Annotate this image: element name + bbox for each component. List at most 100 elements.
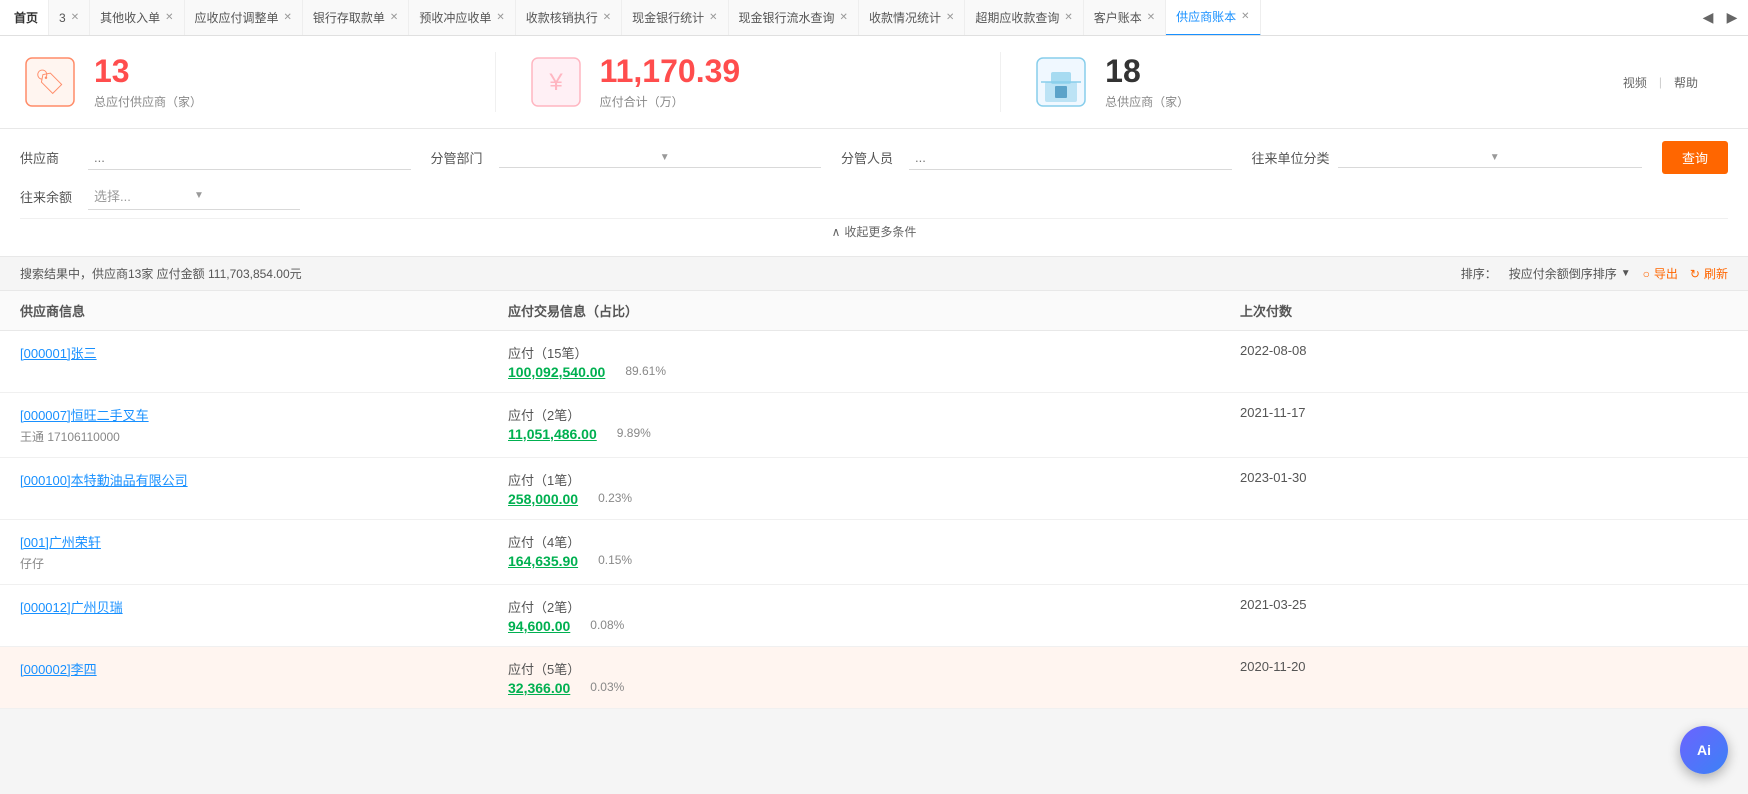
nav-tab-cash-bank-flow[interactable]: 现金银行流水查询 ✕ xyxy=(729,0,859,36)
close-icon[interactable]: ✕ xyxy=(496,12,504,23)
lastpay-1: 2022-08-08 xyxy=(1240,343,1728,358)
table-section: 供应商信息 应付交易信息（占比） 上次付数 [000001]张三 应付（15笔）… xyxy=(0,291,1748,709)
filter-person: 分管人员 xyxy=(841,146,1232,170)
dept-select[interactable]: ▼ xyxy=(499,148,822,168)
nav-tab-cash-bank-stats[interactable]: 现金银行统计 ✕ xyxy=(622,0,728,36)
close-icon[interactable]: ✕ xyxy=(71,12,79,23)
nav-tab-other-income[interactable]: 其他收入单 ✕ xyxy=(90,0,184,36)
supplier-link-6[interactable]: [000002]李四 xyxy=(20,659,508,678)
nav-tab-customer-account[interactable]: 客户账本 ✕ xyxy=(1084,0,1166,36)
last-pay-date-6: 2020-11-20 xyxy=(1240,657,1306,674)
filter-balance: 往来余额 选择... ▼ xyxy=(20,182,300,210)
transaction-row-3: 258,000.00 0.23% xyxy=(508,489,1240,507)
lastpay-5: 2021-03-25 xyxy=(1240,597,1728,612)
tab3-label: 3 xyxy=(59,11,66,25)
export-label: 导出 xyxy=(1654,265,1678,282)
summary-section: 🏷 13 总应付供应商（家） ¥ 11,170.39 应付合计（万） xyxy=(0,36,1748,129)
lastpay-3: 2023-01-30 xyxy=(1240,470,1728,485)
close-icon[interactable]: ✕ xyxy=(284,12,292,23)
transaction-amount-5[interactable]: 94,600.00 xyxy=(508,618,570,634)
filter-row-2: 往来余额 选择... ▼ xyxy=(20,182,1728,210)
close-icon[interactable]: ✕ xyxy=(1147,12,1155,23)
transaction-info-1: 应付（15笔） 100,092,540.00 89.61% xyxy=(508,343,1240,380)
svg-text:¥: ¥ xyxy=(548,69,563,96)
nav-tab-overdue[interactable]: 超期应收款查询 ✕ xyxy=(965,0,1083,36)
search-button[interactable]: 查询 xyxy=(1662,141,1728,174)
transaction-info-4: 应付（4笔） 164,635.90 0.15% xyxy=(508,532,1240,569)
supplier-info-4: [001]广州荣轩 仔仔 xyxy=(20,532,508,572)
category-select[interactable]: ▼ xyxy=(1338,148,1642,168)
divider: | xyxy=(1659,75,1662,89)
nav-tab-collection-stats[interactable]: 收款情况统计 ✕ xyxy=(859,0,965,36)
nav-tab-home[interactable]: 首页 xyxy=(4,0,49,36)
nav-tab-ap-adjust[interactable]: 应收应付调整单 ✕ xyxy=(185,0,303,36)
refresh-button[interactable]: ↻ 刷新 xyxy=(1690,265,1728,282)
svg-text:🏷: 🏷 xyxy=(35,69,65,96)
collapse-button[interactable]: ∧ 收起更多条件 xyxy=(20,218,1728,244)
supplier-filter-label: 供应商 xyxy=(20,148,80,167)
last-pay-date-1: 2022-08-08 xyxy=(1240,341,1307,358)
customer-account-label: 客户账本 xyxy=(1094,9,1142,26)
close-icon[interactable]: ✕ xyxy=(1064,12,1072,23)
close-icon[interactable]: ✕ xyxy=(165,12,173,23)
ap-suppliers-number: 13 xyxy=(94,54,465,89)
close-icon[interactable]: ✕ xyxy=(840,12,848,23)
supplier-contact-2: 王通 17106110000 xyxy=(20,428,508,445)
transaction-amount-4[interactable]: 164,635.90 xyxy=(508,553,578,569)
cash-bank-flow-label: 现金银行流水查询 xyxy=(739,9,835,26)
person-input[interactable] xyxy=(909,146,1232,170)
nav-prev-button[interactable]: ◀ xyxy=(1696,6,1720,30)
collection-stats-label: 收款情况统计 xyxy=(869,9,941,26)
filter-row-1: 供应商 分管部门 ▼ 分管人员 往来单位分类 ▼ xyxy=(20,141,1728,174)
filter-section: 供应商 分管部门 ▼ 分管人员 往来单位分类 ▼ xyxy=(0,129,1748,257)
help-link[interactable]: 帮助 xyxy=(1674,74,1698,91)
nav-tab-advance[interactable]: 预收冲应收单 ✕ xyxy=(409,0,515,36)
ap-amount-label: 应付合计（万） xyxy=(600,93,971,110)
supplier-link-2[interactable]: [000007]恒旺二手叉车 xyxy=(20,405,508,424)
transaction-label-1: 应付（15笔） xyxy=(508,343,1240,362)
last-pay-date-3: 2023-01-30 xyxy=(1240,468,1307,485)
supplier-link-5[interactable]: [000012]广州贝瑞 xyxy=(20,597,508,616)
summary-card-total-suppliers: 18 总供应商（家） 视频 | 帮助 xyxy=(1001,52,1728,112)
transaction-detail-6: 应付（5笔） 32,366.00 0.03% xyxy=(508,659,1240,696)
transaction-amount-2[interactable]: 11,051,486.00 xyxy=(508,426,597,442)
transaction-detail-4: 应付（4笔） 164,635.90 0.15% xyxy=(508,532,1240,569)
close-icon[interactable]: ✕ xyxy=(709,12,717,23)
supplier-link-4[interactable]: [001]广州荣轩 xyxy=(20,532,508,551)
transaction-detail-5: 应付（2笔） 94,600.00 0.08% xyxy=(508,597,1240,634)
transaction-label-6: 应付（5笔） xyxy=(508,659,1240,678)
ap-amount-number: 11,170.39 xyxy=(600,54,971,89)
nav-next-button[interactable]: ▶ xyxy=(1720,6,1744,30)
transaction-amount-3[interactable]: 258,000.00 xyxy=(508,491,578,507)
balance-dropdown-arrow: ▼ xyxy=(194,190,294,201)
balance-select[interactable]: 选择... ▼ xyxy=(88,182,300,210)
nav-tab-bank-deposit[interactable]: 银行存取款单 ✕ xyxy=(303,0,409,36)
supplier-input[interactable] xyxy=(88,146,411,170)
close-icon[interactable]: ✕ xyxy=(390,12,398,23)
sort-option[interactable]: 按应付余额倒序排序 ▼ xyxy=(1509,265,1631,282)
close-icon[interactable]: ✕ xyxy=(1241,11,1249,22)
last-pay-date-2: 2021-11-17 xyxy=(1240,403,1306,420)
result-text: 搜索结果中，供应商13家 应付金额 111,703,854.00元 xyxy=(20,265,1461,282)
store-icon xyxy=(1031,52,1091,112)
ai-label: Ai xyxy=(1697,742,1711,758)
nav-tab-payment-verify[interactable]: 收款核销执行 ✕ xyxy=(516,0,622,36)
export-button[interactable]: ○ 导出 xyxy=(1643,265,1678,282)
video-link[interactable]: 视频 xyxy=(1623,74,1647,91)
balance-select-value: 选择... xyxy=(94,186,194,205)
lastpay-2: 2021-11-17 xyxy=(1240,405,1728,420)
transaction-detail-2: 应付（2笔） 11,051,486.00 9.89% xyxy=(508,405,1240,442)
supplier-link-1[interactable]: [000001]张三 xyxy=(20,343,508,362)
transaction-amount-1[interactable]: 100,092,540.00 xyxy=(508,364,605,380)
transaction-amount-6[interactable]: 32,366.00 xyxy=(508,680,570,696)
nav-tab-3[interactable]: 3 ✕ xyxy=(49,0,90,36)
close-icon[interactable]: ✕ xyxy=(946,12,954,23)
close-icon[interactable]: ✕ xyxy=(603,12,611,23)
payment-verify-label: 收款核销执行 xyxy=(526,9,598,26)
category-filter-label: 往来单位分类 xyxy=(1252,148,1330,167)
sort-area: 排序： 按应付余额倒序排序 ▼ ○ 导出 ↻ 刷新 xyxy=(1461,265,1728,282)
card-info-total-suppliers: 18 总供应商（家） xyxy=(1105,54,1609,110)
nav-tab-supplier-account[interactable]: 供应商账本 ✕ xyxy=(1166,0,1260,36)
supplier-link-3[interactable]: [000100]本特勤油品有限公司 xyxy=(20,470,508,489)
ai-button[interactable]: Ai xyxy=(1680,726,1728,774)
